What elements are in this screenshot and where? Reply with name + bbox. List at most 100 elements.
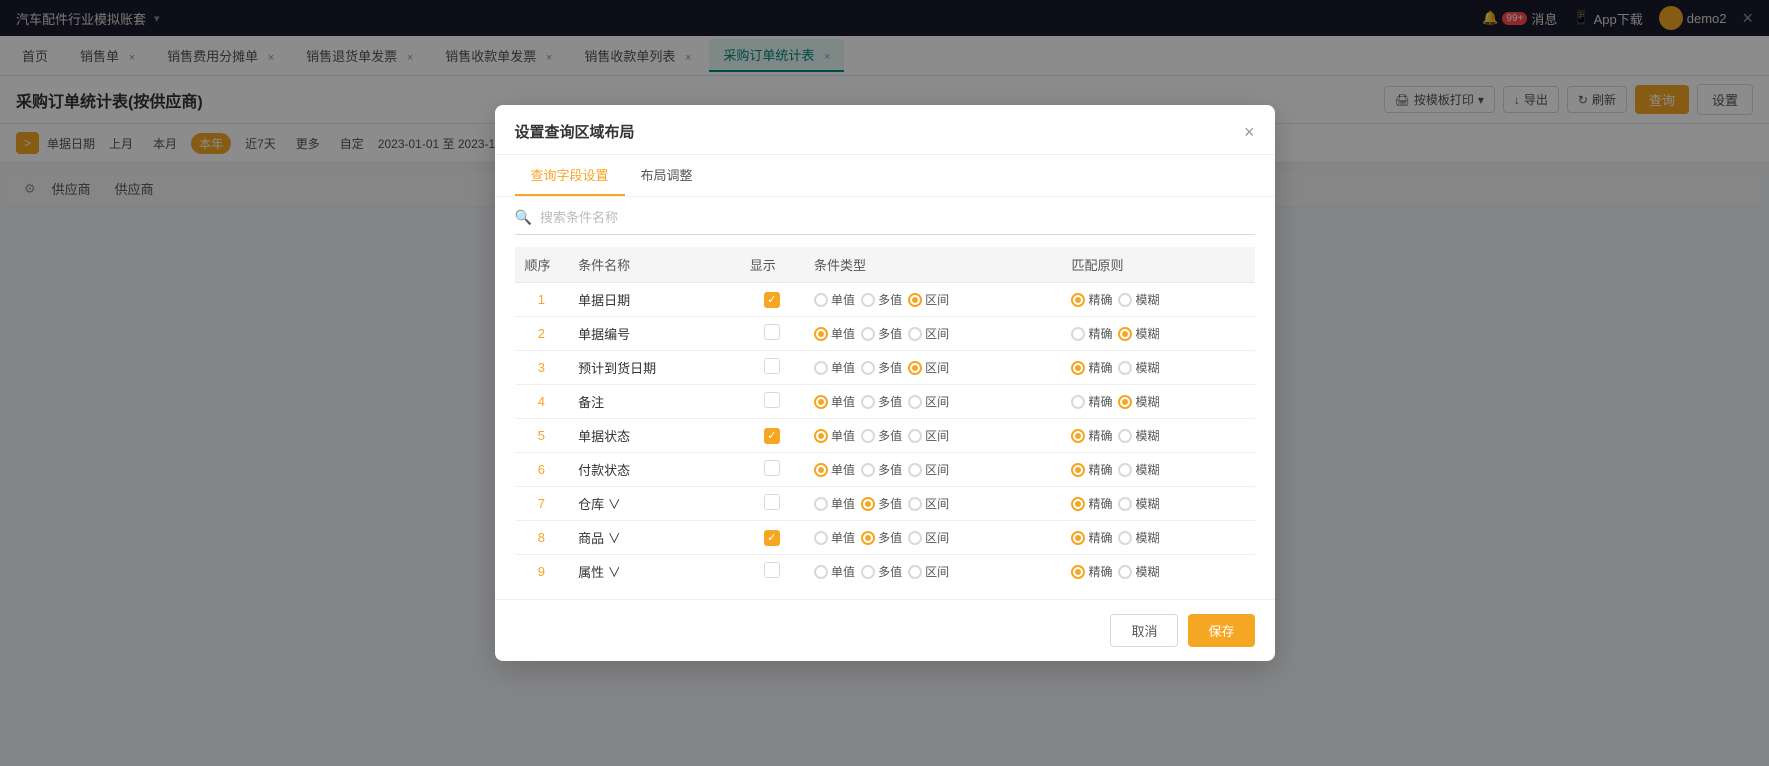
radio-type-type_single[interactable]: 单值 — [814, 461, 855, 478]
radio-label: 模糊 — [1135, 563, 1159, 580]
radio-match-match_fuzzy[interactable]: 模糊 — [1118, 427, 1159, 444]
radio-type-type_range[interactable]: 区间 — [908, 563, 949, 580]
radio-type-type_single[interactable]: 单值 — [814, 393, 855, 410]
radio-type-type_single[interactable]: 单值 — [814, 325, 855, 342]
cancel-button[interactable]: 取消 — [1110, 614, 1178, 647]
settings-dialog: 设置查询区域布局 × 查询字段设置 布局调整 🔍 — [495, 105, 1275, 661]
cell-show[interactable] — [740, 385, 804, 419]
dialog-close-button[interactable]: × — [1244, 123, 1255, 141]
dialog-tab-layout[interactable]: 布局调整 — [625, 155, 709, 196]
radio-type-type_single[interactable]: 单值 — [814, 291, 855, 308]
cell-name: 单据日期 — [568, 283, 740, 317]
radio-dot — [1118, 565, 1132, 579]
search-input[interactable] — [540, 210, 740, 225]
cell-order: 6 — [515, 453, 569, 487]
cell-type: 单值 多值区间 — [804, 419, 1061, 453]
radio-match-match_exact[interactable]: 精确 — [1071, 495, 1112, 512]
cell-show[interactable] — [740, 317, 804, 351]
radio-dot — [861, 293, 875, 307]
radio-label: 精确 — [1088, 529, 1112, 546]
radio-dot — [814, 463, 828, 477]
radio-type-type_range[interactable]: 区间 — [908, 325, 949, 342]
radio-match-match_fuzzy[interactable]: 模糊 — [1118, 325, 1159, 342]
cell-match: 精确模糊 — [1061, 487, 1254, 521]
radio-type-type_range[interactable]: 区间 — [908, 461, 949, 478]
radio-dot — [908, 497, 922, 511]
radio-match-match_exact[interactable]: 精确 — [1071, 461, 1112, 478]
radio-type-type_multi[interactable]: 多值 — [861, 427, 902, 444]
radio-dot — [1071, 361, 1085, 375]
cell-show[interactable] — [740, 521, 804, 555]
radio-match-match_fuzzy[interactable]: 模糊 — [1118, 461, 1159, 478]
radio-type-type_single[interactable]: 单值 — [814, 563, 855, 580]
show-checkbox[interactable] — [764, 324, 780, 340]
radio-match-match_exact[interactable]: 精确 — [1071, 529, 1112, 546]
radio-label: 区间 — [925, 393, 949, 410]
radio-type-type_multi[interactable]: 多值 — [861, 291, 902, 308]
cell-match: 精确模糊 — [1061, 317, 1254, 351]
show-checkbox[interactable] — [764, 358, 780, 374]
radio-match-match_exact[interactable]: 精确 — [1071, 325, 1112, 342]
show-checkbox[interactable] — [764, 494, 780, 510]
radio-dot — [908, 293, 922, 307]
radio-match-match_exact[interactable]: 精确 — [1071, 291, 1112, 308]
radio-type-type_multi[interactable]: 多值 — [861, 563, 902, 580]
radio-label: 单值 — [831, 461, 855, 478]
radio-type-type_single[interactable]: 单值 — [814, 427, 855, 444]
radio-type-type_single[interactable]: 单值 — [814, 359, 855, 376]
show-checkbox[interactable] — [764, 530, 780, 546]
save-button[interactable]: 保存 — [1188, 614, 1254, 647]
cell-show[interactable] — [740, 351, 804, 385]
radio-match-match_fuzzy[interactable]: 模糊 — [1118, 563, 1159, 580]
radio-match-match_fuzzy[interactable]: 模糊 — [1118, 529, 1159, 546]
radio-dot — [1118, 327, 1132, 341]
cell-show[interactable] — [740, 555, 804, 588]
radio-match-match_fuzzy[interactable]: 模糊 — [1118, 393, 1159, 410]
cell-show[interactable] — [740, 487, 804, 521]
radio-dot — [814, 293, 828, 307]
radio-dot — [1071, 327, 1085, 341]
radio-type-type_multi[interactable]: 多值 — [861, 529, 902, 546]
show-checkbox[interactable] — [764, 392, 780, 408]
radio-match-match_fuzzy[interactable]: 模糊 — [1118, 359, 1159, 376]
table-row: 8商品 ∨单值多值区间精确模糊 — [515, 521, 1255, 555]
radio-match-match_fuzzy[interactable]: 模糊 — [1118, 291, 1159, 308]
radio-label: 区间 — [925, 529, 949, 546]
cell-show[interactable] — [740, 283, 804, 317]
radio-label: 模糊 — [1135, 529, 1159, 546]
radio-type-type_range[interactable]: 区间 — [908, 291, 949, 308]
show-checkbox[interactable] — [764, 292, 780, 308]
show-checkbox[interactable] — [764, 428, 780, 444]
cell-show[interactable] — [740, 419, 804, 453]
radio-type-type_multi[interactable]: 多值 — [861, 461, 902, 478]
radio-match-match_exact[interactable]: 精确 — [1071, 563, 1112, 580]
radio-label: 单值 — [831, 563, 855, 580]
radio-type-type_range[interactable]: 区间 — [908, 529, 949, 546]
cell-match: 精确 模糊 — [1061, 555, 1254, 588]
radio-type-type_single[interactable]: 单值 — [814, 529, 855, 546]
radio-match-match_fuzzy[interactable]: 模糊 — [1118, 495, 1159, 512]
radio-type-type_range[interactable]: 区间 — [908, 427, 949, 444]
radio-label: 多值 — [878, 427, 902, 444]
dialog-tab-query[interactable]: 查询字段设置 — [515, 155, 625, 196]
cell-type: 单值多值区间 — [804, 351, 1061, 385]
radio-label: 区间 — [925, 461, 949, 478]
radio-match-match_exact[interactable]: 精确 — [1071, 393, 1112, 410]
radio-type-type_single[interactable]: 单值 — [814, 495, 855, 512]
radio-type-type_multi[interactable]: 多值 — [861, 325, 902, 342]
radio-type-type_range[interactable]: 区间 — [908, 495, 949, 512]
radio-type-type_multi[interactable]: 多值 — [861, 495, 902, 512]
radio-type-type_multi[interactable]: 多值 — [861, 359, 902, 376]
radio-type-type_range[interactable]: 区间 — [908, 359, 949, 376]
radio-match-match_exact[interactable]: 精确 — [1071, 427, 1112, 444]
cell-show[interactable] — [740, 453, 804, 487]
cell-match: 精确模糊 — [1061, 351, 1254, 385]
radio-type-type_range[interactable]: 区间 — [908, 393, 949, 410]
show-checkbox[interactable] — [764, 460, 780, 476]
show-checkbox[interactable] — [764, 562, 780, 578]
radio-type-type_multi[interactable]: 多值 — [861, 393, 902, 410]
cell-name: 备注 — [568, 385, 740, 419]
radio-label: 多值 — [878, 393, 902, 410]
radio-match-match_exact[interactable]: 精确 — [1071, 359, 1112, 376]
radio-dot — [1118, 531, 1132, 545]
